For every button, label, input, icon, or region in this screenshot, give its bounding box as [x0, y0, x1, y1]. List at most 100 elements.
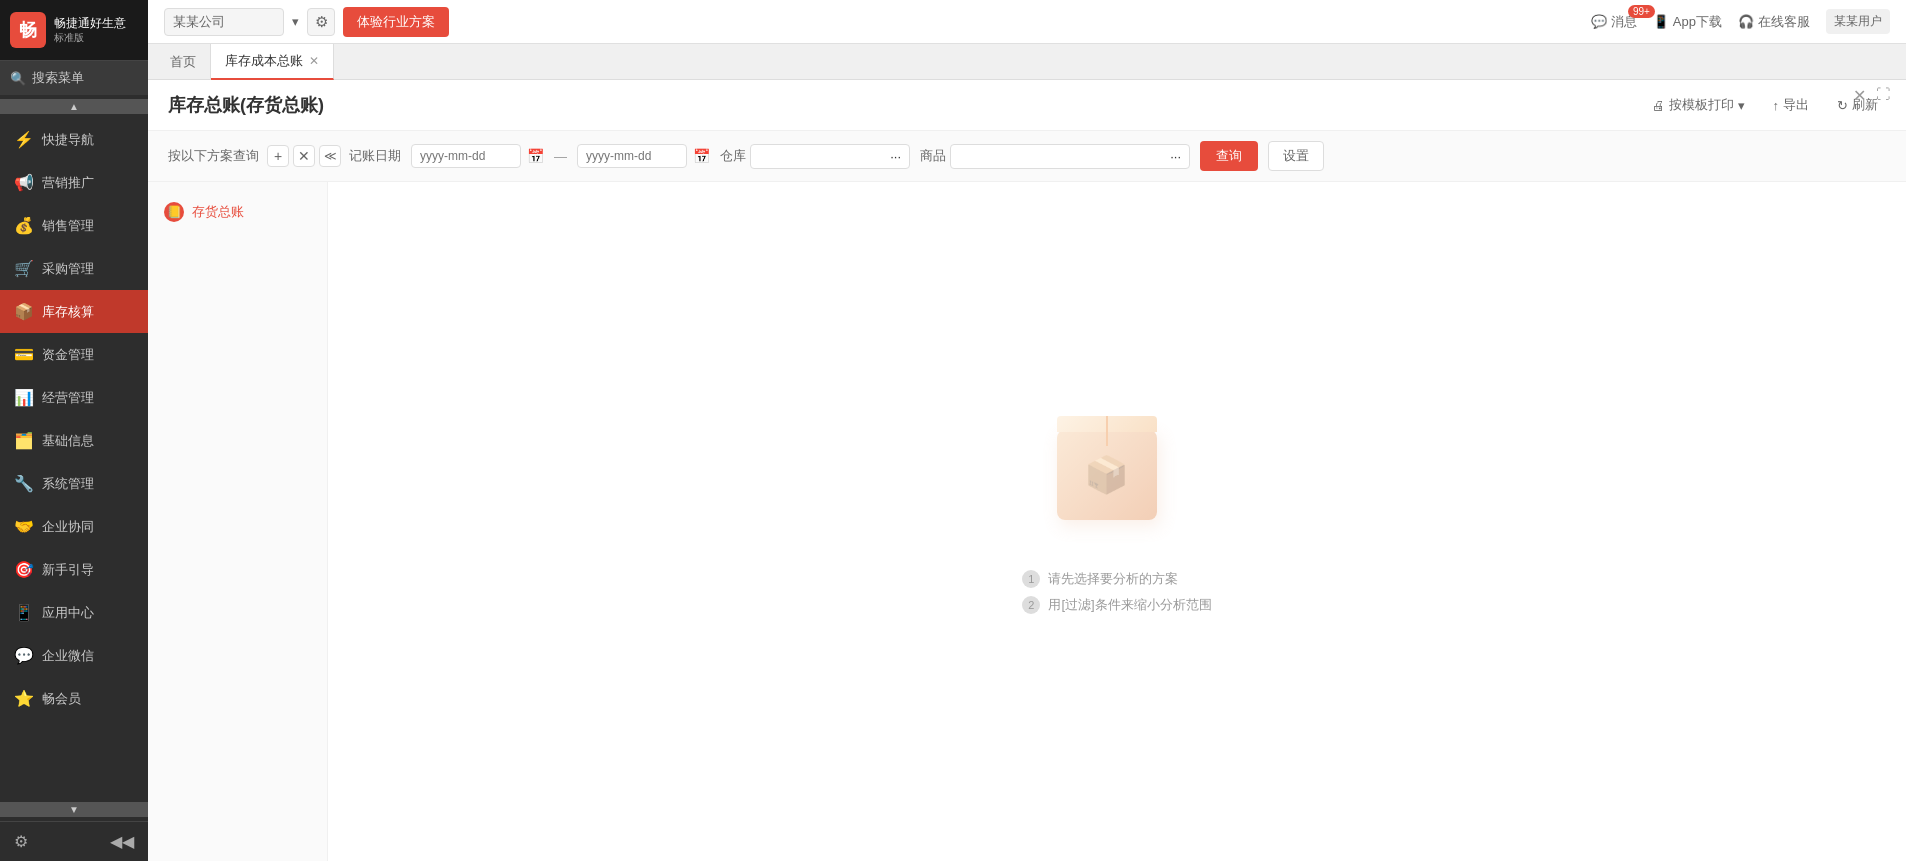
topbar-left: 某某公司 ▾ ⚙ 体验行业方案: [164, 7, 1581, 37]
vip-icon: ⭐: [14, 689, 34, 708]
page-content: ✕ ⛶ 库存总账(存货总账) 🖨 按模板打印 ▾ ↑ 导出 ↻ 刷新: [148, 80, 1906, 861]
sidebar-item-finance[interactable]: 💳 资金管理: [0, 333, 148, 376]
topbar: 某某公司 ▾ ⚙ 体验行业方案 💬 消息 99+ 📱 App下载 🎧 在线客服: [148, 0, 1906, 44]
sidebar-item-wechat[interactable]: 💬 企业微信: [0, 634, 148, 677]
filter-add-buttons: + ✕ ≪: [267, 145, 341, 167]
quick-nav-icon: ⚡: [14, 130, 34, 149]
product-more-icon[interactable]: ···: [1170, 149, 1181, 164]
operation-icon: 📊: [14, 388, 34, 407]
refresh-icon: ↻: [1837, 98, 1848, 113]
empty-hint-1: 1 请先选择要分析的方案: [1022, 570, 1211, 588]
calendar-end-icon[interactable]: 📅: [693, 148, 710, 164]
phone-icon: 📱: [1653, 14, 1669, 29]
sidebar-scroll-down[interactable]: ▼: [0, 798, 148, 821]
collapse-icon[interactable]: ◀◀: [110, 832, 134, 851]
settings-icon[interactable]: ⚙: [14, 832, 28, 851]
sidebar-item-inventory[interactable]: 📦 库存核算: [0, 290, 148, 333]
sales-icon: 💰: [14, 216, 34, 235]
message-badge: 99+: [1628, 5, 1655, 18]
sidebar-item-app-center[interactable]: 📱 应用中心: [0, 591, 148, 634]
topbar-right: 💬 消息 99+ 📱 App下载 🎧 在线客服 某某用户: [1591, 9, 1890, 34]
filter-collapse-button[interactable]: ≪: [319, 145, 341, 167]
search-icon: 🔍: [10, 71, 26, 86]
filter-clear-button[interactable]: ✕: [293, 145, 315, 167]
online-service-button[interactable]: 🎧 在线客服: [1738, 13, 1810, 31]
sidebar-item-operation[interactable]: 📊 经营管理: [0, 376, 148, 419]
basic-icon: 🗂️: [14, 431, 34, 450]
warehouse-label: 仓库: [720, 147, 746, 165]
export-icon: ↑: [1773, 98, 1780, 113]
empty-hints: 1 请先选择要分析的方案 2 用[过滤]条件来缩小分析范围: [1022, 570, 1211, 614]
sidebar-scroll-up[interactable]: ▲: [0, 95, 148, 118]
filter-left-panel: 📒 存货总账: [148, 182, 328, 861]
product-field-group: 商品 ···: [920, 144, 1190, 169]
inventory-ledger-icon: 📒: [164, 202, 184, 222]
query-button[interactable]: 查询: [1200, 141, 1258, 171]
user-menu[interactable]: 某某用户: [1826, 9, 1890, 34]
product-selector[interactable]: ···: [950, 144, 1190, 169]
wechat-icon: 💬: [14, 646, 34, 665]
printer-icon: 🖨: [1652, 98, 1665, 113]
app-download-button[interactable]: 📱 App下载: [1653, 13, 1722, 31]
company-dropdown-icon[interactable]: ▾: [292, 14, 299, 29]
date-end-input[interactable]: [577, 144, 687, 168]
message-icon: 💬: [1591, 14, 1607, 29]
hint-number-1: 1: [1022, 570, 1040, 588]
warehouse-more-icon[interactable]: ···: [890, 149, 901, 164]
page-actions: 🖨 按模板打印 ▾ ↑ 导出 ↻ 刷新: [1644, 92, 1887, 118]
sidebar-item-enterprise[interactable]: 🤝 企业协同: [0, 505, 148, 548]
scroll-up-button[interactable]: ▲: [0, 99, 148, 114]
panel-close-button[interactable]: ✕: [1853, 86, 1866, 105]
tabs-bar: 首页 库存成本总账 ✕: [148, 44, 1906, 80]
system-icon: 🔧: [14, 474, 34, 493]
date-start-input[interactable]: [411, 144, 521, 168]
filter-label: 按以下方案查询: [168, 147, 259, 165]
enterprise-icon: 🤝: [14, 517, 34, 536]
empty-hint-2: 2 用[过滤]条件来缩小分析范围: [1022, 596, 1211, 614]
warehouse-selector[interactable]: ···: [750, 144, 910, 169]
scroll-down-button[interactable]: ▼: [0, 802, 148, 817]
inventory-icon: 📦: [14, 302, 34, 321]
product-label: 商品: [920, 147, 946, 165]
sidebar-item-sales[interactable]: 💰 销售管理: [0, 204, 148, 247]
filter-fields: 记账日期 📅 — 📅 仓库 ··· 商品 ···: [349, 141, 1886, 171]
sidebar-item-newbie[interactable]: 🎯 新手引导: [0, 548, 148, 591]
filter-panel: 📒 存货总账 📦: [148, 182, 1906, 861]
sidebar-item-quick-nav[interactable]: ⚡ 快捷导航: [0, 118, 148, 161]
sidebar-nav: ⚡ 快捷导航 📢 营销推广 💰 销售管理 🛒 采购管理 📦 库存核算 💳 资金管…: [0, 118, 148, 798]
panel-resize-handle[interactable]: ⛶: [1876, 86, 1890, 102]
purchase-icon: 🛒: [14, 259, 34, 278]
headset-icon: 🎧: [1738, 14, 1754, 29]
filter-bar: 按以下方案查询 + ✕ ≪ 记账日期 📅 — 📅 仓库 ···: [148, 131, 1906, 182]
print-dropdown-icon[interactable]: ▾: [1738, 98, 1745, 113]
empty-state: 📦 1 请先选择要分析的方案 2 用[过滤]条件来缩小分析范围: [1022, 430, 1211, 614]
company-selector[interactable]: 某某公司: [164, 8, 284, 36]
sidebar-item-system[interactable]: 🔧 系统管理: [0, 462, 148, 505]
filter-add-button[interactable]: +: [267, 145, 289, 167]
content-area: 📦 1 请先选择要分析的方案 2 用[过滤]条件来缩小分析范围: [328, 182, 1906, 861]
sidebar-logo: 畅 畅捷通好生意 标准版: [0, 0, 148, 61]
filter-left-item-inventory[interactable]: 📒 存货总账: [148, 192, 327, 232]
sidebar-item-marketing[interactable]: 📢 营销推广: [0, 161, 148, 204]
tab-home[interactable]: 首页: [156, 44, 211, 80]
page-header: 库存总账(存货总账) 🖨 按模板打印 ▾ ↑ 导出 ↻ 刷新: [148, 80, 1906, 131]
newbie-icon: 🎯: [14, 560, 34, 579]
calendar-start-icon[interactable]: 📅: [527, 148, 544, 164]
search-menu-button[interactable]: 🔍 搜索菜单: [0, 61, 148, 95]
sidebar-item-vip[interactable]: ⭐ 畅会员: [0, 677, 148, 720]
page-title: 库存总账(存货总账): [168, 93, 324, 117]
message-button[interactable]: 💬 消息 99+: [1591, 13, 1637, 31]
sidebar-item-purchase[interactable]: 🛒 采购管理: [0, 247, 148, 290]
topbar-settings-button[interactable]: ⚙: [307, 8, 335, 36]
print-button[interactable]: 🖨 按模板打印 ▾: [1644, 92, 1753, 118]
industry-solution-button[interactable]: 体验行业方案: [343, 7, 449, 37]
sidebar-bottom: ⚙ ◀◀: [0, 821, 148, 861]
tab-inventory-ledger[interactable]: 库存成本总账 ✕: [211, 44, 334, 80]
logo-icon: 畅: [10, 12, 46, 48]
settings-button[interactable]: 设置: [1268, 141, 1324, 171]
gear-icon: ⚙: [315, 13, 328, 31]
warehouse-field-group: 仓库 ···: [720, 144, 910, 169]
tab-close-icon[interactable]: ✕: [309, 54, 319, 68]
sidebar-item-basic[interactable]: 🗂️ 基础信息: [0, 419, 148, 462]
export-button[interactable]: ↑ 导出: [1765, 92, 1818, 118]
